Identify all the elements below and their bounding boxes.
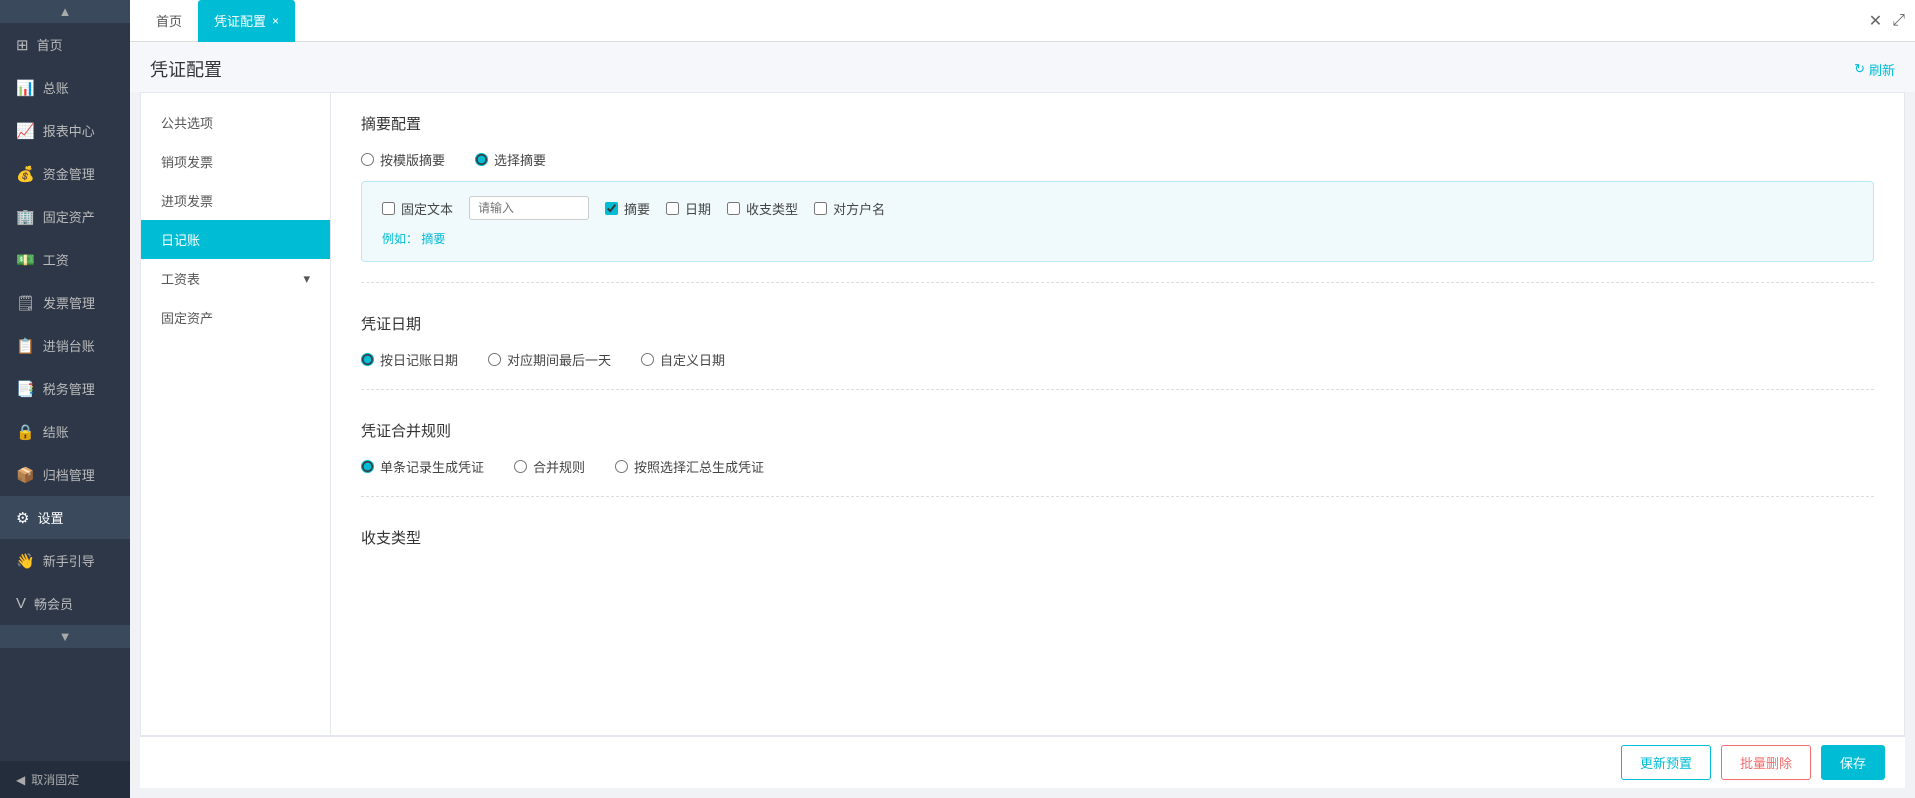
unpin-button[interactable]: ◀ 取消固定 [0,761,130,798]
checkbox-date[interactable]: 日期 [666,199,711,218]
fixed-text-input[interactable] [469,196,589,220]
tab-close-icon[interactable]: × [272,14,279,28]
refresh-button[interactable]: ↻ 刷新 [1854,60,1895,79]
tab-voucher-config[interactable]: 凭证配置 × [198,0,295,42]
window-maximize-button[interactable]: ⤢ [1892,12,1905,30]
checkbox-income-type[interactable]: 收支类型 [727,199,798,218]
ledger-icon: 📊 [16,79,35,97]
settings-icon: ⚙ [16,509,29,527]
bottom-bar: 更新预置 批量删除 保存 [140,736,1905,788]
payroll-icon: 💵 [16,251,35,269]
income-section: 收支类型 [361,527,1874,584]
nav-sales-invoice[interactable]: 销项发票 [141,142,330,181]
assets-icon: 🏢 [16,208,35,226]
sidebar-item-purchase[interactable]: 📋 进销台账 [0,324,130,367]
funds-icon: 💰 [16,165,35,183]
tab-bar-actions: ✕ ⤢ [1869,11,1905,31]
date-title: 凭证日期 [361,313,1874,334]
date-section: 凭证日期 按日记账日期 对应期间最后一天 自定义日期 [361,313,1874,390]
page-header: 凭证配置 ↻ 刷新 [130,42,1915,92]
date-radio-group: 按日记账日期 对应期间最后一天 自定义日期 [361,350,1874,369]
sidebar-item-close[interactable]: 🔒 结账 [0,410,130,453]
checkbox-fixed-text[interactable]: 固定文本 [382,199,453,218]
radio-due-last-day[interactable]: 对应期间最后一天 [488,350,611,369]
sidebar-item-settings[interactable]: ⚙ 设置 [0,496,130,539]
refresh-icon: ↻ [1854,61,1865,77]
update-preview-button[interactable]: 更新预置 [1621,745,1711,780]
invoice-icon: 🗒 [16,294,35,312]
example-text: 例如： 摘要 [382,230,1853,247]
summary-options-row: 固定文本 摘要 日期 [382,196,1853,220]
sidebar-item-invoice[interactable]: 🗒 发票管理 [0,281,130,324]
radio-single-record[interactable]: 单条记录生成凭证 [361,457,484,476]
nav-public[interactable]: 公共选项 [141,103,330,142]
sidebar-item-home[interactable]: ⊞ 首页 [0,23,130,66]
window-close-button[interactable]: ✕ [1869,11,1882,31]
left-nav: 公共选项 销项发票 进项发票 日记账 工资表 ▾ 固定资产 [141,93,331,735]
summary-title: 摘要配置 [361,113,1874,134]
radio-select-summary[interactable]: 选择摘要 [475,150,546,169]
pin-icon: ◀ [16,773,25,787]
summary-section: 摘要配置 按模版摘要 选择摘要 [361,113,1874,283]
radio-journal-date[interactable]: 按日记账日期 [361,350,458,369]
sidebar-item-ledger[interactable]: 📊 总账 [0,66,130,109]
summary-radio-group: 按模版摘要 选择摘要 [361,150,1874,169]
archive-icon: 📦 [16,466,35,484]
right-content: 摘要配置 按模版摘要 选择摘要 [331,93,1904,735]
sidebar-item-payroll[interactable]: 💵 工资 [0,238,130,281]
checkbox-summary[interactable]: 摘要 [605,199,650,218]
nav-fixed-assets[interactable]: 固定资产 [141,298,330,337]
tab-bar: 首页 凭证配置 × ✕ ⤢ [130,0,1915,42]
merge-radio-group: 单条记录生成凭证 合并规则 按照选择汇总生成凭证 [361,457,1874,476]
member-icon: V [16,595,26,612]
nav-purchase-invoice[interactable]: 进项发票 [141,181,330,220]
home-icon: ⊞ [16,36,29,54]
sidebar-item-assets[interactable]: 🏢 固定资产 [0,195,130,238]
batch-delete-button[interactable]: 批量删除 [1721,745,1811,780]
sidebar-item-archive[interactable]: 📦 归档管理 [0,453,130,496]
checkbox-counterpart[interactable]: 对方户名 [814,199,885,218]
chevron-down-icon: ▾ [303,271,310,287]
page-title: 凭证配置 [150,56,222,82]
radio-template-summary[interactable]: 按模版摘要 [361,150,445,169]
nav-payroll-table[interactable]: 工资表 ▾ [141,259,330,298]
report-icon: 📈 [16,122,35,140]
sidebar-item-funds[interactable]: 💰 资金管理 [0,152,130,195]
radio-select-merge[interactable]: 按照选择汇总生成凭证 [615,457,764,476]
sidebar-item-report[interactable]: 📈 报表中心 [0,109,130,152]
main-area: 首页 凭证配置 × ✕ ⤢ 凭证配置 ↻ 刷新 公共选项 销项发 [130,0,1915,798]
tab-home[interactable]: 首页 [140,0,198,42]
radio-merge-rule[interactable]: 合并规则 [514,457,585,476]
radio-custom-date[interactable]: 自定义日期 [641,350,725,369]
sidebar-scroll-down[interactable]: ▼ [0,625,130,648]
sidebar-item-tax[interactable]: 📑 税务管理 [0,367,130,410]
merge-title: 凭证合并规则 [361,420,1874,441]
tax-icon: 📑 [16,380,35,398]
sidebar-scroll-up[interactable]: ▲ [0,0,130,23]
close-account-icon: 🔒 [16,423,35,441]
purchase-icon: 📋 [16,337,35,355]
merge-section: 凭证合并规则 单条记录生成凭证 合并规则 按照选择汇总生成凭证 [361,420,1874,497]
nav-journal[interactable]: 日记账 [141,220,330,259]
save-button[interactable]: 保存 [1821,745,1885,780]
sidebar-item-member[interactable]: V 畅会员 [0,582,130,625]
content-area: 公共选项 销项发票 进项发票 日记账 工资表 ▾ 固定资产 [140,92,1905,736]
sidebar: ▲ ⊞ 首页 📊 总账 📈 报表中心 💰 资金管理 🏢 固定资产 💵 工资 🗒 … [0,0,130,798]
guide-icon: 👋 [16,552,35,570]
income-title: 收支类型 [361,527,1874,548]
sidebar-item-guide[interactable]: 👋 新手引导 [0,539,130,582]
summary-config-box: 固定文本 摘要 日期 [361,181,1874,262]
